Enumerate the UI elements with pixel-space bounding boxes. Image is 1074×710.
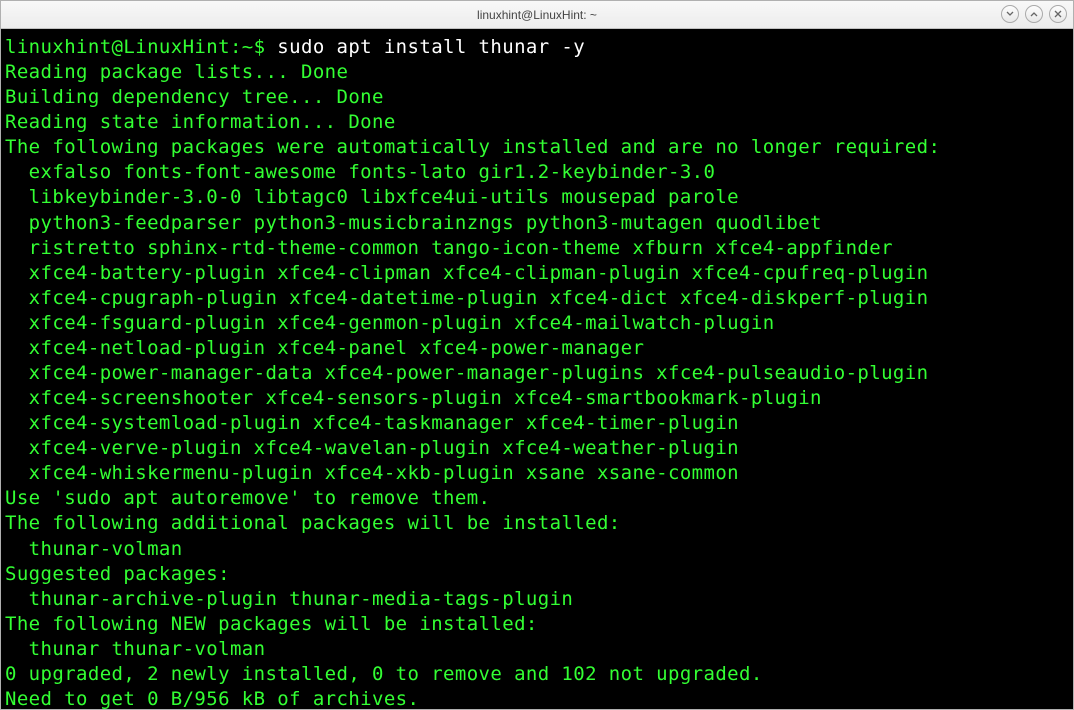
minimize-button[interactable] <box>1001 5 1019 23</box>
output-line: libkeybinder-3.0-0 libtagc0 libxfce4ui-u… <box>5 185 1069 210</box>
window-controls <box>1001 5 1067 23</box>
output-line: xfce4-screenshooter xfce4-sensors-plugin… <box>5 386 1069 411</box>
output-line: xfce4-battery-plugin xfce4-clipman xfce4… <box>5 261 1069 286</box>
output-line: ristretto sphinx-rtd-theme-common tango-… <box>5 236 1069 261</box>
maximize-button[interactable] <box>1025 5 1043 23</box>
output-line: thunar thunar-volman <box>5 637 1069 662</box>
terminal-window: linuxhint@LinuxHint: ~ linuxhint@LinuxHi… <box>0 0 1074 710</box>
shell-command: sudo apt install thunar -y <box>277 36 585 58</box>
output-line: xfce4-power-manager-data xfce4-power-man… <box>5 361 1069 386</box>
output-line: Use 'sudo apt autoremove' to remove them… <box>5 486 1069 511</box>
output-line: xfce4-systemload-plugin xfce4-taskmanage… <box>5 411 1069 436</box>
chevron-up-icon <box>1029 9 1039 19</box>
output-line: exfalso fonts-font-awesome fonts-lato gi… <box>5 160 1069 185</box>
output-line: Reading state information... Done <box>5 110 1069 135</box>
output-line: Suggested packages: <box>5 562 1069 587</box>
window-title: linuxhint@LinuxHint: ~ <box>477 8 597 22</box>
close-icon <box>1053 9 1063 19</box>
output-line: xfce4-verve-plugin xfce4-wavelan-plugin … <box>5 436 1069 461</box>
output-line: thunar-volman <box>5 537 1069 562</box>
close-button[interactable] <box>1049 5 1067 23</box>
output-line: thunar-archive-plugin thunar-media-tags-… <box>5 587 1069 612</box>
output-line: python3-feedparser python3-musicbrainzng… <box>5 211 1069 236</box>
chevron-down-icon <box>1005 9 1015 19</box>
output-line: Building dependency tree... Done <box>5 85 1069 110</box>
output-line: xfce4-whiskermenu-plugin xfce4-xkb-plugi… <box>5 461 1069 486</box>
output-line: Reading package lists... Done <box>5 60 1069 85</box>
output-line: The following additional packages will b… <box>5 511 1069 536</box>
terminal-body[interactable]: linuxhint@LinuxHint:~$ sudo apt install … <box>1 29 1073 709</box>
shell-prompt: linuxhint@LinuxHint:~$ <box>5 36 277 58</box>
output-line: xfce4-fsguard-plugin xfce4-genmon-plugin… <box>5 311 1069 336</box>
output-line: xfce4-cpugraph-plugin xfce4-datetime-plu… <box>5 286 1069 311</box>
command-line: linuxhint@LinuxHint:~$ sudo apt install … <box>5 35 1069 60</box>
output-line: Need to get 0 B/956 kB of archives. <box>5 687 1069 709</box>
output-line: The following NEW packages will be insta… <box>5 612 1069 637</box>
window-titlebar[interactable]: linuxhint@LinuxHint: ~ <box>1 1 1073 29</box>
output-line: 0 upgraded, 2 newly installed, 0 to remo… <box>5 662 1069 687</box>
output-line: The following packages were automaticall… <box>5 135 1069 160</box>
output-line: xfce4-netload-plugin xfce4-panel xfce4-p… <box>5 336 1069 361</box>
